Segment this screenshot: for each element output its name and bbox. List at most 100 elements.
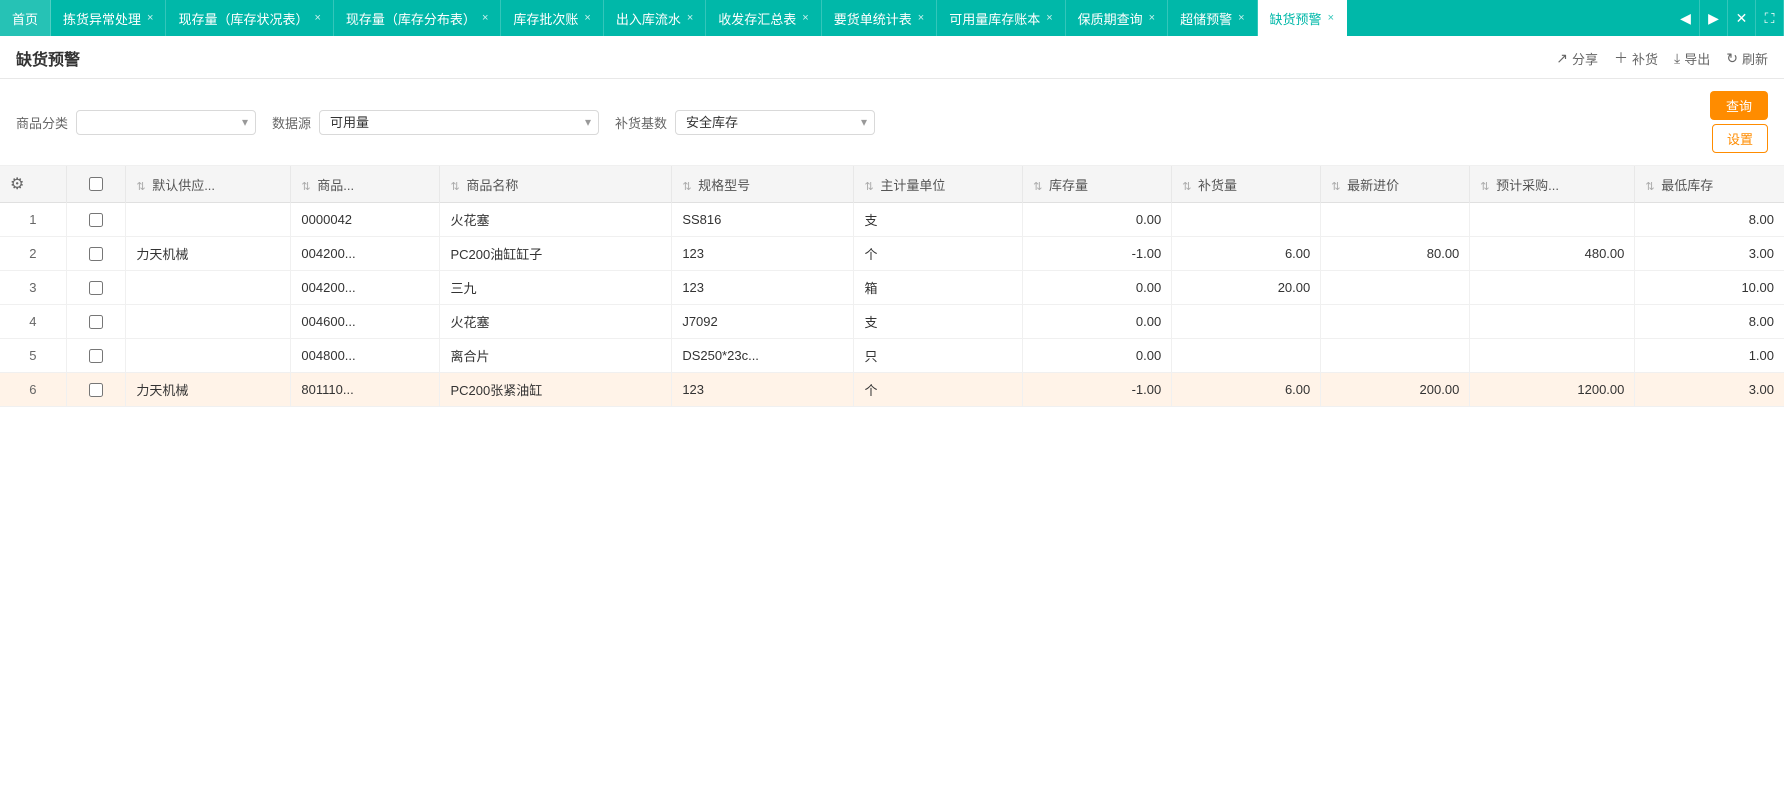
cell-replenish [1172, 305, 1321, 339]
export-action[interactable]: ⤓导出 [1674, 49, 1710, 68]
th-unit-label: 主计量单位 [880, 178, 945, 193]
cell-spec: J7092 [672, 305, 854, 339]
cell-spec: 123 [672, 373, 854, 407]
th-unit[interactable]: 主计量单位 [854, 166, 1023, 203]
th-replenish-label: 补货量 [1198, 178, 1237, 193]
tab-close-shortage[interactable]: × [1328, 12, 1334, 24]
cell-code: 004600... [291, 305, 440, 339]
share-action[interactable]: ↗分享 [1556, 49, 1598, 68]
share-icon: ↗ [1556, 50, 1568, 67]
replenish-action[interactable]: ＋补货 [1614, 48, 1658, 68]
tab-close-inventory-status[interactable]: × [314, 12, 320, 24]
cell-name: PC200张紧油缸 [440, 373, 672, 407]
cell-supplier [126, 271, 291, 305]
th-replenish[interactable]: 补货量 [1172, 166, 1321, 203]
cell-seq: 3 [0, 271, 66, 305]
tab-item-shortage[interactable]: 缺货预警× [1258, 0, 1347, 36]
row-checkbox[interactable] [89, 315, 103, 329]
cell-cb [66, 203, 126, 237]
replenish-base-select[interactable]: 安全库存 最低库存 [675, 110, 875, 135]
cell-unit: 支 [854, 203, 1023, 237]
cell-stock: 0.00 [1023, 305, 1172, 339]
filter-area: 商品分类 数据源 可用量 库存量 补货基数 安全库存 [0, 79, 1784, 166]
cell-supplier: 力天机械 [126, 237, 291, 271]
tab-next-btn[interactable]: ▶ [1700, 0, 1728, 36]
th-minstock-label: 最低库存 [1661, 178, 1713, 193]
cell-price [1321, 271, 1470, 305]
cell-supplier: 力天机械 [126, 373, 291, 407]
tab-close-all-btn[interactable]: ✕ [1728, 0, 1756, 36]
cell-unit: 支 [854, 305, 1023, 339]
th-name[interactable]: 商品名称 [440, 166, 672, 203]
tab-item-overstock[interactable]: 超储预警× [1168, 0, 1257, 36]
tab-item-expiry[interactable]: 保质期查询× [1066, 0, 1168, 36]
tab-fullscreen-btn[interactable]: ⛶ [1756, 0, 1784, 36]
cell-cb [66, 373, 126, 407]
row-checkbox[interactable] [89, 383, 103, 397]
cell-cb [66, 237, 126, 271]
header-actions: ↗分享 ＋补货 ⤓导出 ↻刷新 [1556, 48, 1768, 68]
row-checkbox[interactable] [89, 247, 103, 261]
tab-list: 首页拣货异常处理×现存量（库存状况表）×现存量（库存分布表）×库存批次账×出入库… [0, 0, 1672, 36]
category-select[interactable] [76, 110, 256, 135]
cell-stock: -1.00 [1023, 237, 1172, 271]
tab-item-exception[interactable]: 拣货异常处理× [51, 0, 166, 36]
cell-replenish: 6.00 [1172, 237, 1321, 271]
th-stock[interactable]: 库存量 [1023, 166, 1172, 203]
tab-item-batch[interactable]: 库存批次账× [501, 0, 603, 36]
tab-item-receive-summary[interactable]: 收发存汇总表× [706, 0, 821, 36]
tab-close-inout-flow[interactable]: × [687, 12, 693, 24]
tab-item-available-ledger[interactable]: 可用量库存账本× [937, 0, 1065, 36]
tab-prev-btn[interactable]: ◀ [1672, 0, 1700, 36]
tab-item-inventory-dist[interactable]: 现存量（库存分布表）× [334, 0, 501, 36]
tab-close-available-ledger[interactable]: × [1046, 12, 1052, 24]
refresh-action[interactable]: ↻刷新 [1726, 49, 1768, 68]
cell-replenish [1172, 339, 1321, 373]
cell-spec: DS250*23c... [672, 339, 854, 373]
th-minstock[interactable]: 最低库存 [1635, 166, 1784, 203]
tab-close-overstock[interactable]: × [1238, 12, 1244, 24]
cell-minstock: 1.00 [1635, 339, 1784, 373]
gear-icon[interactable]: ⚙ [10, 176, 24, 193]
table-header-row: ⚙ 默认供应... 商品... 商品名称 [0, 166, 1784, 203]
tab-item-demand-stats[interactable]: 要货单统计表× [822, 0, 937, 36]
cell-seq: 5 [0, 339, 66, 373]
cell-seq: 1 [0, 203, 66, 237]
tab-close-inventory-dist[interactable]: × [482, 12, 488, 24]
cell-stock: -1.00 [1023, 373, 1172, 407]
cell-forecast [1470, 305, 1635, 339]
th-supplier[interactable]: 默认供应... [126, 166, 291, 203]
row-checkbox[interactable] [89, 349, 103, 363]
cell-forecast [1470, 339, 1635, 373]
filter-replenish-group: 补货基数 安全库存 最低库存 [615, 110, 875, 135]
tab-close-receive-summary[interactable]: × [802, 12, 808, 24]
tab-close-expiry[interactable]: × [1149, 12, 1155, 24]
th-price[interactable]: 最新进价 [1321, 166, 1470, 203]
cell-seq: 6 [0, 373, 66, 407]
data-table: ⚙ 默认供应... 商品... 商品名称 [0, 166, 1784, 407]
tab-close-demand-stats[interactable]: × [918, 12, 924, 24]
datasource-label: 数据源 [272, 113, 311, 132]
replenish-label: 补货 [1632, 49, 1658, 68]
tab-item-home[interactable]: 首页 [0, 0, 51, 36]
table-body: 1 0000042 火花塞 SS816 支 0.00 8.00 2 力天机械 0… [0, 203, 1784, 407]
tab-close-batch[interactable]: × [584, 12, 590, 24]
th-spec[interactable]: 规格型号 [672, 166, 854, 203]
th-code[interactable]: 商品... [291, 166, 440, 203]
th-cb [66, 166, 126, 203]
datasource-select[interactable]: 可用量 库存量 [319, 110, 599, 135]
tab-item-inout-flow[interactable]: 出入库流水× [604, 0, 706, 36]
cell-name: PC200油缸缸子 [440, 237, 672, 271]
query-button[interactable]: 查询 [1710, 91, 1768, 120]
th-forecast[interactable]: 预计采购... [1470, 166, 1635, 203]
tab-item-inventory-status[interactable]: 现存量（库存状况表）× [166, 0, 333, 36]
table-row: 3 004200... 三九 123 箱 0.00 20.00 10.00 [0, 271, 1784, 305]
table-container: ⚙ 默认供应... 商品... 商品名称 [0, 166, 1784, 407]
settings-button[interactable]: 设置 [1712, 124, 1768, 153]
row-checkbox[interactable] [89, 213, 103, 227]
row-checkbox[interactable] [89, 281, 103, 295]
th-forecast-label: 预计采购... [1496, 178, 1559, 193]
tab-close-exception[interactable]: × [147, 12, 153, 24]
filter-datasource-group: 数据源 可用量 库存量 [272, 110, 599, 135]
select-all-checkbox[interactable] [89, 177, 103, 191]
